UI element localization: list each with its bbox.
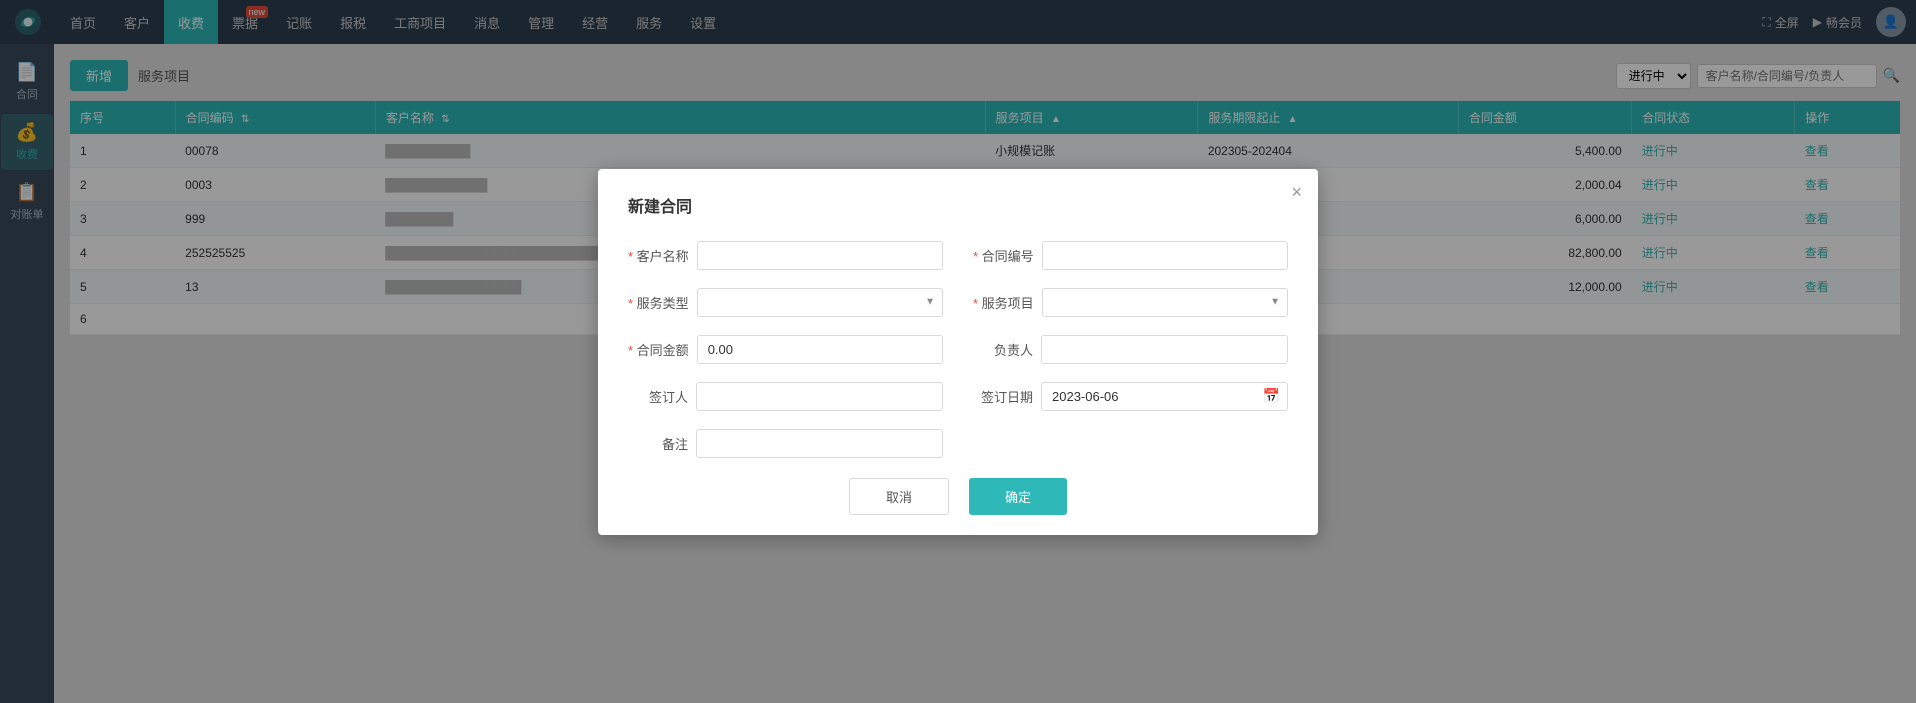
remark-input[interactable] bbox=[696, 429, 943, 458]
new-contract-modal: × 新建合同 客户名称 合同编号 服务类型 ▼ bbox=[598, 169, 1318, 535]
field-sign-date: 签订日期 📅 bbox=[973, 382, 1288, 411]
remark-label: 备注 bbox=[628, 434, 688, 453]
signatory-input[interactable] bbox=[696, 382, 943, 411]
sign-date-input[interactable] bbox=[1041, 382, 1288, 411]
service-item-select[interactable] bbox=[1042, 288, 1288, 317]
form-row-2: 服务类型 ▼ 服务项目 ▼ bbox=[628, 288, 1288, 317]
modal-close-button[interactable]: × bbox=[1291, 183, 1302, 201]
contract-no-input[interactable] bbox=[1042, 241, 1288, 270]
field-service-type: 服务类型 ▼ bbox=[628, 288, 943, 317]
customer-name-input[interactable] bbox=[697, 241, 943, 270]
field-responsible: 负责人 bbox=[973, 335, 1288, 364]
field-amount: 合同金额 bbox=[628, 335, 943, 364]
confirm-button[interactable]: 确定 bbox=[969, 478, 1067, 515]
responsible-input[interactable] bbox=[1041, 335, 1288, 364]
field-customer-name: 客户名称 bbox=[628, 241, 943, 270]
form-row-4: 签订人 签订日期 📅 bbox=[628, 382, 1288, 411]
form-row-1: 客户名称 合同编号 bbox=[628, 241, 1288, 270]
form-row-3: 合同金额 负责人 bbox=[628, 335, 1288, 364]
form-row-5: 备注 bbox=[628, 429, 1288, 458]
service-type-label: 服务类型 bbox=[628, 293, 689, 312]
cancel-button[interactable]: 取消 bbox=[849, 478, 949, 515]
customer-name-label: 客户名称 bbox=[628, 246, 689, 265]
sign-date-label: 签订日期 bbox=[973, 387, 1033, 406]
field-signatory: 签订人 bbox=[628, 382, 943, 411]
responsible-label: 负责人 bbox=[973, 340, 1033, 359]
modal-overlay[interactable]: × 新建合同 客户名称 合同编号 服务类型 ▼ bbox=[0, 0, 1916, 703]
calendar-icon[interactable]: 📅 bbox=[1263, 388, 1280, 405]
amount-input[interactable] bbox=[697, 335, 943, 364]
service-item-label: 服务项目 bbox=[973, 293, 1034, 312]
signatory-label: 签订人 bbox=[628, 387, 688, 406]
modal-title: 新建合同 bbox=[628, 193, 1288, 217]
modal-footer: 取消 确定 bbox=[628, 478, 1288, 515]
field-remark: 备注 bbox=[628, 429, 943, 458]
field-service-item: 服务项目 ▼ bbox=[973, 288, 1288, 317]
contract-no-label: 合同编号 bbox=[973, 246, 1034, 265]
field-contract-no: 合同编号 bbox=[973, 241, 1288, 270]
service-type-select[interactable] bbox=[697, 288, 943, 317]
amount-label: 合同金额 bbox=[628, 340, 689, 359]
